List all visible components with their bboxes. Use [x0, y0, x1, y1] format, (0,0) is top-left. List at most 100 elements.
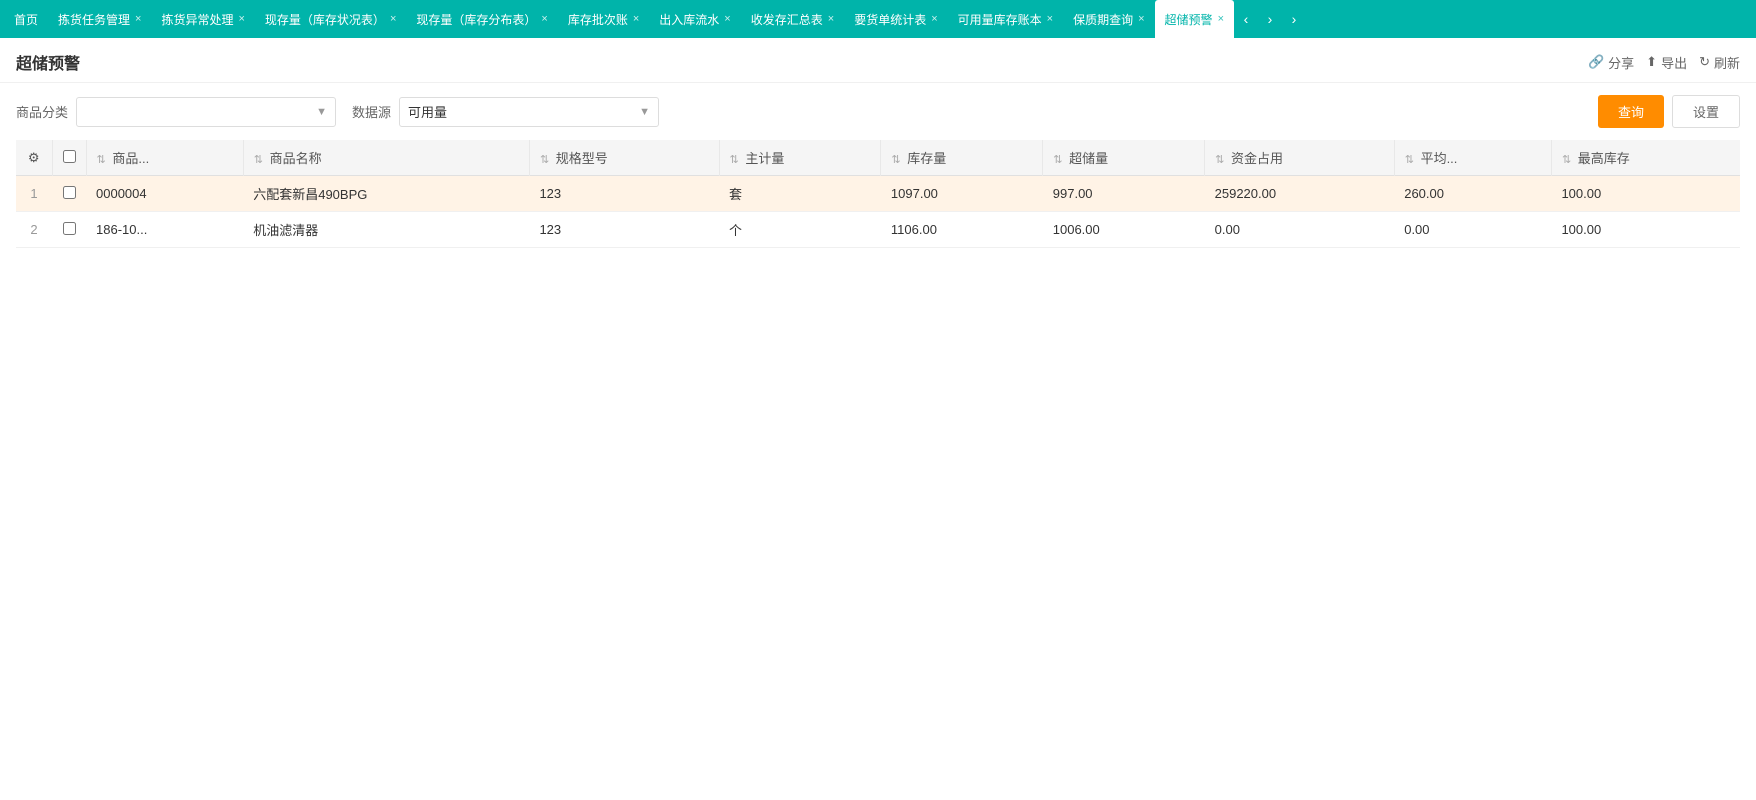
col-max-stock[interactable]: ⇅ 最高库存 [1551, 140, 1740, 176]
row-stock-qty: 1097.00 [881, 176, 1043, 212]
gear-column-header[interactable]: ⚙ [16, 140, 52, 176]
nav-more-button[interactable]: › [1282, 0, 1306, 38]
table-row: 1 0000004 六配套新昌490BPG 123 套 1097.00 997.… [16, 176, 1740, 212]
nav-item-overstock[interactable]: 超储预警 × [1155, 0, 1234, 38]
data-source-filter: 数据源 可用量 ▼ [352, 97, 659, 127]
query-button[interactable]: 查询 [1598, 95, 1664, 128]
close-icon[interactable]: × [828, 13, 834, 25]
row-product-name: 机油滤清器 [243, 212, 529, 248]
product-category-label: 商品分类 [16, 102, 68, 121]
col-product-code[interactable]: ⇅ 商品... [86, 140, 243, 176]
table-container: ⚙ ⇅ 商品... ⇅ 商品名称 ⇅ 规格型号 [0, 140, 1756, 248]
col-stock-qty[interactable]: ⇅ 库存量 [881, 140, 1043, 176]
export-button[interactable]: ⬆ 导出 [1646, 53, 1687, 72]
top-navigation: 首页 拣货任务管理 × 拣货异常处理 × 现存量（库存状况表） × 现存量（库存… [0, 0, 1756, 38]
row-over-qty: 1006.00 [1043, 212, 1205, 248]
product-category-select[interactable]: ▼ [76, 97, 336, 127]
row-product-name: 六配套新昌490BPG [243, 176, 529, 212]
row-checkbox-cell[interactable] [52, 176, 86, 212]
table-body: 1 0000004 六配套新昌490BPG 123 套 1097.00 997.… [16, 176, 1740, 248]
row-avg: 0.00 [1394, 212, 1551, 248]
sort-icon: ⇅ [254, 154, 263, 166]
table-header-row: ⚙ ⇅ 商品... ⇅ 商品名称 ⇅ 规格型号 [16, 140, 1740, 176]
page-container: 超储预警 🔗 分享 ⬆ 导出 ↻ 刷新 商品分类 ▼ 数据源 [0, 38, 1756, 800]
settings-button[interactable]: 设置 [1672, 95, 1740, 128]
row-number: 1 [16, 176, 52, 212]
sort-icon: ⇅ [540, 154, 549, 166]
nav-next-button[interactable]: › [1258, 0, 1282, 38]
sort-icon: ⇅ [1562, 154, 1571, 166]
close-icon[interactable]: × [541, 13, 547, 25]
nav-item-exception[interactable]: 拣货异常处理 × [151, 0, 254, 38]
row-spec: 123 [529, 176, 719, 212]
data-source-select[interactable]: 可用量 ▼ [399, 97, 659, 127]
header-actions: 🔗 分享 ⬆ 导出 ↻ 刷新 [1588, 53, 1740, 72]
chevron-down-icon: ▼ [316, 106, 327, 118]
nav-item-stock-dist[interactable]: 现存量（库存分布表） × [406, 0, 557, 38]
product-category-filter: 商品分类 ▼ [16, 97, 336, 127]
share-button[interactable]: 🔗 分享 [1588, 53, 1634, 72]
data-source-value: 可用量 [408, 102, 447, 121]
row-checkbox-cell[interactable] [52, 212, 86, 248]
row-spec: 123 [529, 212, 719, 248]
col-unit[interactable]: ⇅ 主计量 [719, 140, 881, 176]
checkbox-column-header[interactable] [52, 140, 86, 176]
select-all-checkbox[interactable] [63, 150, 76, 163]
nav-item-stock-status[interactable]: 现存量（库存状况表） × [255, 0, 406, 38]
nav-item-available[interactable]: 可用量库存账本 × [948, 0, 1063, 38]
nav-item-task[interactable]: 拣货任务管理 × [48, 0, 151, 38]
row-max-stock: 100.00 [1551, 176, 1740, 212]
close-icon[interactable]: × [390, 13, 396, 25]
nav-item-summary[interactable]: 收发存汇总表 × [741, 0, 844, 38]
close-icon[interactable]: × [1218, 13, 1224, 25]
refresh-button[interactable]: ↻ 刷新 [1699, 53, 1740, 72]
row-max-stock: 100.00 [1551, 212, 1740, 248]
col-capital-used[interactable]: ⇅ 资金占用 [1205, 140, 1395, 176]
row-product-code: 186-10... [86, 212, 243, 248]
data-table: ⚙ ⇅ 商品... ⇅ 商品名称 ⇅ 规格型号 [16, 140, 1740, 248]
close-icon[interactable]: × [238, 13, 244, 25]
col-product-name[interactable]: ⇅ 商品名称 [243, 140, 529, 176]
page-header: 超储预警 🔗 分享 ⬆ 导出 ↻ 刷新 [0, 38, 1756, 83]
nav-item-demand[interactable]: 要货单统计表 × [844, 0, 947, 38]
close-icon[interactable]: × [135, 13, 141, 25]
close-icon[interactable]: × [931, 13, 937, 25]
row-unit: 套 [719, 176, 881, 212]
sort-icon: ⇅ [891, 154, 900, 166]
sort-icon: ⇅ [1215, 154, 1224, 166]
gear-icon: ⚙ [28, 150, 40, 165]
export-icon: ⬆ [1646, 54, 1657, 70]
chevron-down-icon: ▼ [639, 106, 650, 118]
close-icon[interactable]: × [1047, 13, 1053, 25]
nav-item-home[interactable]: 首页 [4, 0, 48, 38]
page-title: 超储预警 [16, 50, 80, 74]
sort-icon: ⇅ [1405, 154, 1414, 166]
table-row: 2 186-10... 机油滤清器 123 个 1106.00 1006.00 … [16, 212, 1740, 248]
refresh-icon: ↻ [1699, 54, 1710, 70]
nav-item-flow[interactable]: 出入库流水 × [649, 0, 740, 38]
row-product-code: 0000004 [86, 176, 243, 212]
filter-buttons: 查询 设置 [1598, 95, 1740, 128]
row-unit: 个 [719, 212, 881, 248]
nav-prev-button[interactable]: ‹ [1234, 0, 1258, 38]
col-avg[interactable]: ⇅ 平均... [1394, 140, 1551, 176]
sort-icon: ⇅ [97, 154, 106, 166]
row-over-qty: 997.00 [1043, 176, 1205, 212]
col-spec[interactable]: ⇅ 规格型号 [529, 140, 719, 176]
filter-area: 商品分类 ▼ 数据源 可用量 ▼ 查询 设置 [0, 83, 1756, 140]
sort-icon: ⇅ [730, 154, 739, 166]
row-checkbox[interactable] [63, 186, 76, 199]
nav-item-expiry[interactable]: 保质期查询 × [1063, 0, 1154, 38]
nav-item-batch[interactable]: 库存批次账 × [558, 0, 649, 38]
row-capital-used: 259220.00 [1205, 176, 1395, 212]
col-over-qty[interactable]: ⇅ 超储量 [1043, 140, 1205, 176]
close-icon[interactable]: × [724, 13, 730, 25]
close-icon[interactable]: × [633, 13, 639, 25]
row-capital-used: 0.00 [1205, 212, 1395, 248]
row-number: 2 [16, 212, 52, 248]
row-checkbox[interactable] [63, 222, 76, 235]
sort-icon: ⇅ [1053, 154, 1062, 166]
row-avg: 260.00 [1394, 176, 1551, 212]
close-icon[interactable]: × [1138, 13, 1144, 25]
row-stock-qty: 1106.00 [881, 212, 1043, 248]
